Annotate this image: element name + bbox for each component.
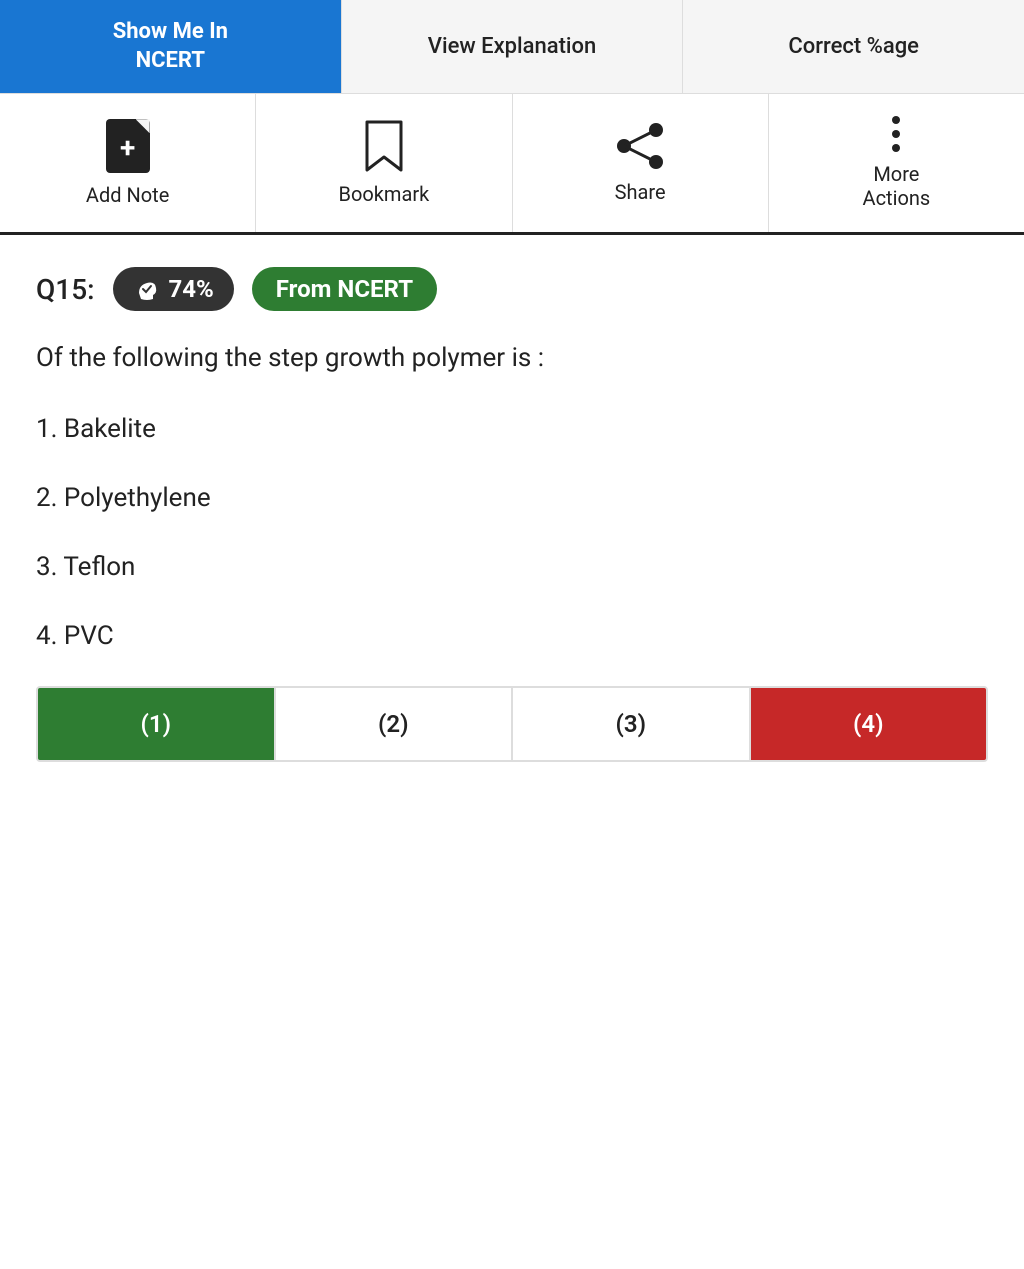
show-ncert-button[interactable]: Show Me In NCERT: [0, 0, 342, 93]
bookmark-label: Bookmark: [339, 182, 430, 206]
share-label: Share: [615, 180, 666, 204]
answer-btn-1[interactable]: (1): [38, 688, 276, 760]
correct-age-button[interactable]: Correct %age: [683, 0, 1024, 93]
option-1[interactable]: 1. Bakelite: [36, 410, 988, 449]
add-note-label: Add Note: [86, 183, 169, 207]
percent-value: 74%: [169, 275, 214, 303]
add-note-button[interactable]: + Add Note: [0, 94, 256, 232]
action-row: + Add Note Bookmark Share: [0, 94, 1024, 235]
top-bar: Show Me In NCERT View Explanation Correc…: [0, 0, 1024, 94]
bookmark-button[interactable]: Bookmark: [256, 94, 512, 232]
question-header: Q15: 74% From NCERT: [36, 267, 988, 311]
option-4[interactable]: 4. PVC: [36, 617, 988, 656]
percent-badge: 74%: [113, 267, 234, 311]
question-number: Q15:: [36, 273, 95, 306]
share-icon: [614, 122, 666, 170]
more-actions-button[interactable]: More Actions: [769, 94, 1024, 232]
ncert-badge: From NCERT: [252, 267, 437, 311]
more-actions-icon: [892, 116, 900, 152]
question-area: Q15: 74% From NCERT Of the following the…: [0, 235, 1024, 794]
bookmark-icon: [365, 120, 403, 172]
answer-row: (1) (2) (3) (4): [36, 686, 988, 762]
option-3[interactable]: 3. Teflon: [36, 548, 988, 587]
view-explanation-button[interactable]: View Explanation: [342, 0, 684, 93]
answer-btn-3[interactable]: (3): [513, 688, 751, 760]
more-actions-label: More Actions: [863, 162, 931, 210]
share-button[interactable]: Share: [513, 94, 769, 232]
answer-btn-4[interactable]: (4): [751, 688, 987, 760]
question-text: Of the following the step growth polymer…: [36, 339, 988, 378]
option-2[interactable]: 2. Polyethylene: [36, 479, 988, 518]
answer-btn-2[interactable]: (2): [276, 688, 514, 760]
add-note-icon: +: [106, 119, 150, 173]
